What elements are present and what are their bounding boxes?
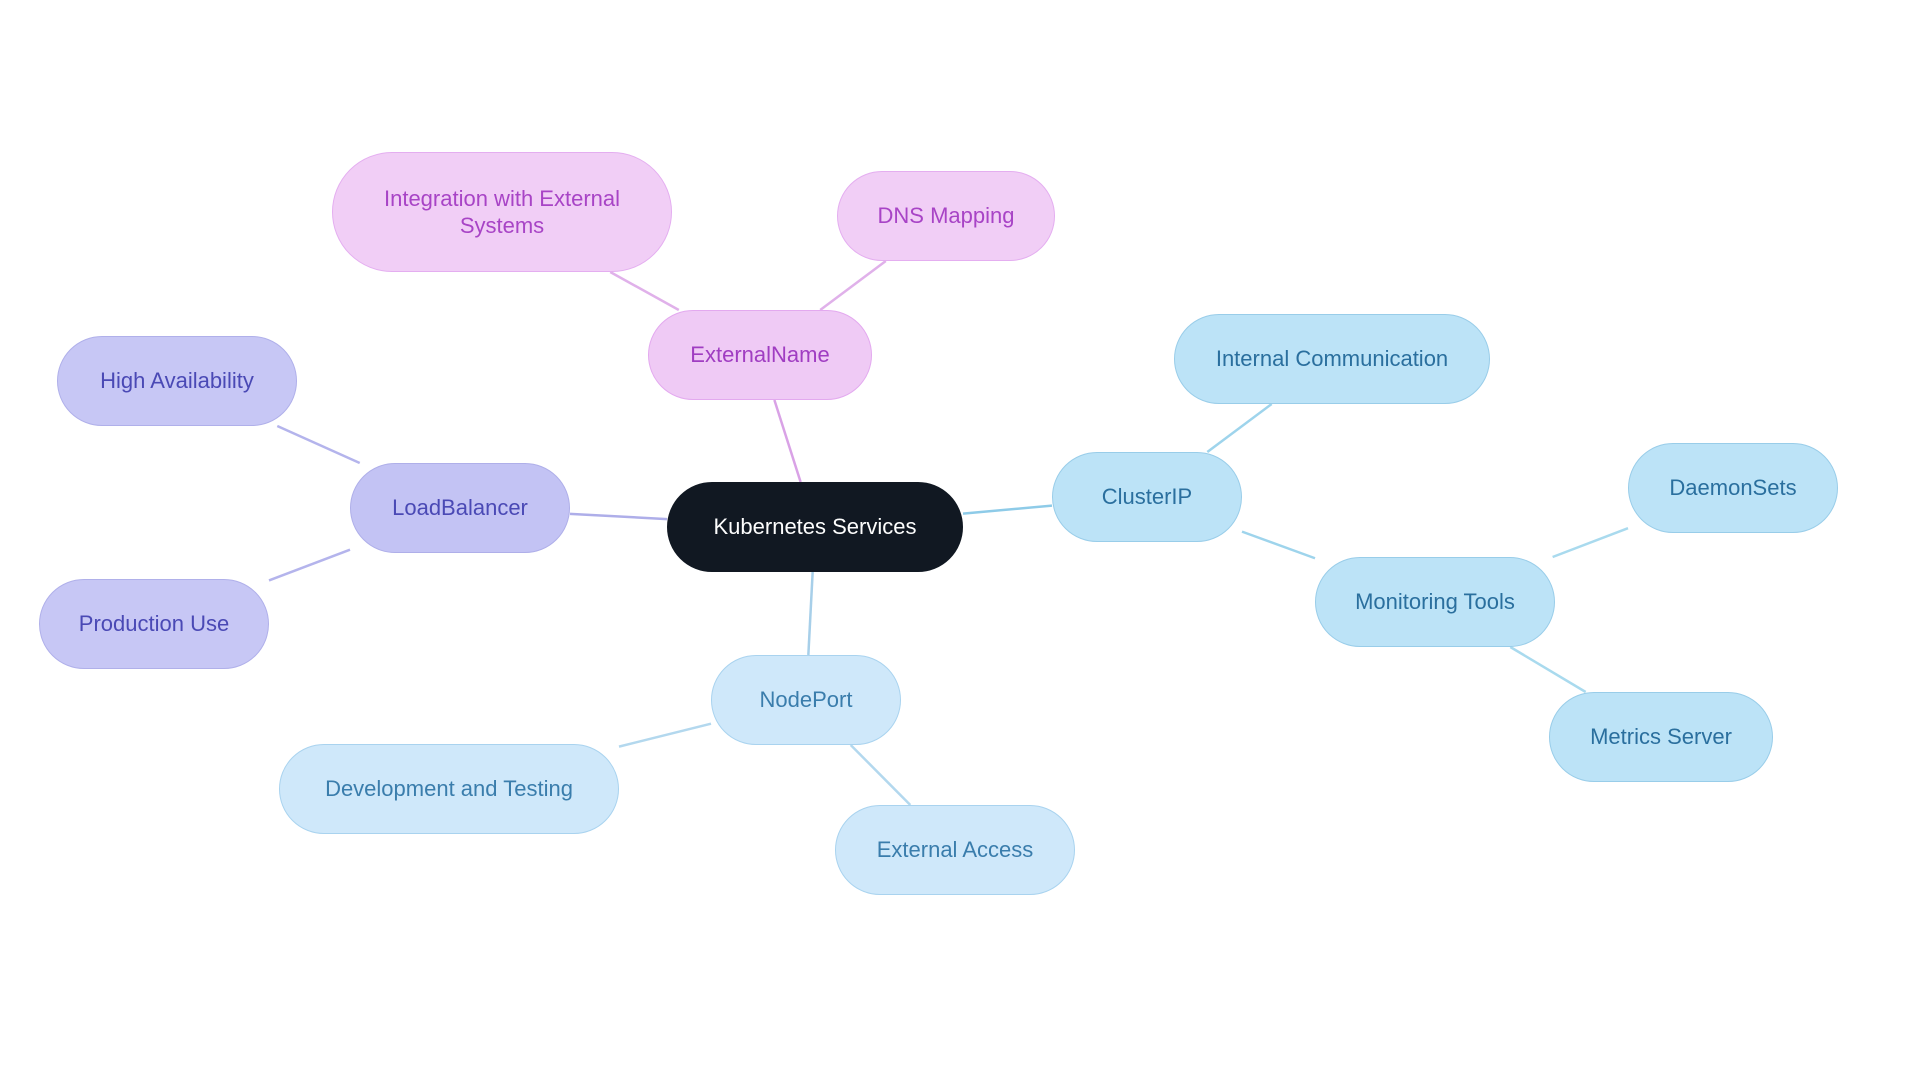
edge-clusterip-internal_comm (1207, 404, 1271, 452)
edge-loadbalancer-production (269, 550, 350, 581)
edge-nodeport-dev_testing (619, 724, 711, 747)
node-clusterip[interactable]: ClusterIP (1052, 452, 1242, 542)
node-high-availability[interactable]: High Availability (57, 336, 297, 426)
diagram-canvas: { "nodes": { "root": { "label": "Kuberne… (0, 0, 1920, 1083)
edge-root-nodeport (808, 572, 812, 655)
edge-root-externalname (774, 400, 800, 482)
edge-clusterip-monitoring (1242, 532, 1315, 559)
edge-root-clusterip (963, 506, 1052, 514)
edge-root-loadbalancer (570, 514, 667, 519)
node-dns-mapping[interactable]: DNS Mapping (837, 171, 1055, 261)
edge-externalname-integration (610, 272, 679, 310)
node-metrics-server[interactable]: Metrics Server (1549, 692, 1773, 782)
node-root[interactable]: Kubernetes Services (667, 482, 963, 572)
node-integration-external-systems[interactable]: Integration with External Systems (332, 152, 672, 272)
node-development-testing[interactable]: Development and Testing (279, 744, 619, 834)
node-daemonsets[interactable]: DaemonSets (1628, 443, 1838, 533)
node-monitoring-tools[interactable]: Monitoring Tools (1315, 557, 1555, 647)
edge-monitoring-daemonsets (1553, 528, 1628, 557)
edge-nodeport-external_access (851, 745, 911, 805)
node-internal-communication[interactable]: Internal Communication (1174, 314, 1490, 404)
edge-externalname-dns (820, 261, 886, 310)
node-externalname[interactable]: ExternalName (648, 310, 872, 400)
edge-monitoring-metrics (1510, 647, 1585, 692)
node-nodeport[interactable]: NodePort (711, 655, 901, 745)
node-production-use[interactable]: Production Use (39, 579, 269, 669)
edge-loadbalancer-high_avail (277, 426, 359, 463)
node-external-access[interactable]: External Access (835, 805, 1075, 895)
node-loadbalancer[interactable]: LoadBalancer (350, 463, 570, 553)
